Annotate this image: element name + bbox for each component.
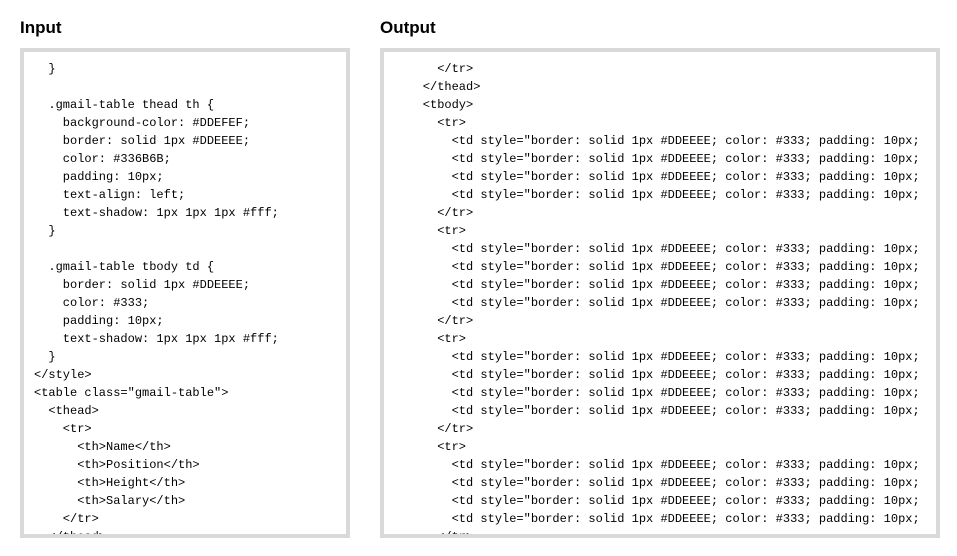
input-code-block: } .gmail-table thead th { background-col… bbox=[34, 60, 336, 538]
input-heading: Input bbox=[20, 18, 350, 38]
output-panel: </tr> </thead> <tbody> <tr> <td style="b… bbox=[380, 48, 940, 538]
output-heading: Output bbox=[380, 18, 940, 38]
input-column: Input } .gmail-table thead th { backgrou… bbox=[20, 18, 350, 538]
input-panel: } .gmail-table thead th { background-col… bbox=[20, 48, 350, 538]
output-code-block: </tr> </thead> <tbody> <tr> <td style="b… bbox=[394, 60, 926, 538]
output-column: Output </tr> </thead> <tbody> <tr> <td s… bbox=[380, 18, 940, 538]
